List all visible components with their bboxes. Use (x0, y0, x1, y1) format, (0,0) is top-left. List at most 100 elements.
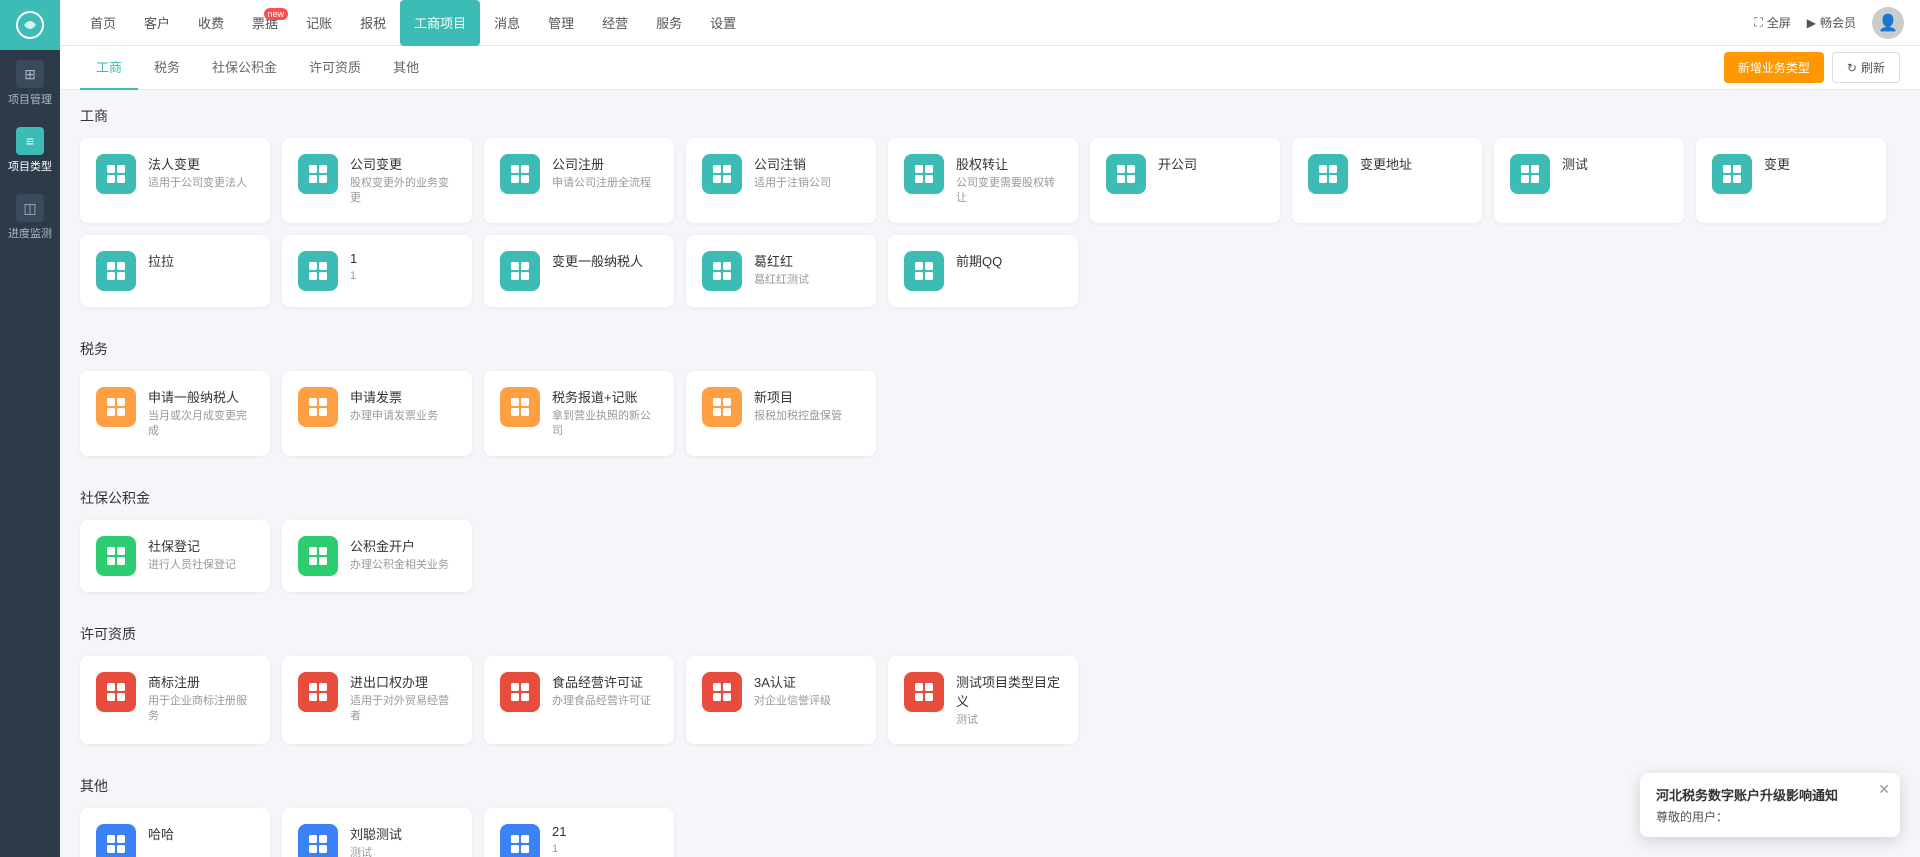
fullscreen-label: 全屏 (1767, 14, 1791, 31)
card-c12[interactable]: 变更一般纳税人 (484, 235, 674, 307)
sidebar-item-project-manage[interactable]: ⊞ 项目管理 (0, 50, 60, 117)
card-t4[interactable]: 新项目报税加税控盘保管 (686, 371, 876, 456)
card-desc-x1: 用于企业商标注册服务 (148, 694, 254, 725)
card-c2[interactable]: 公司变更股权变更外的业务变更 (282, 138, 472, 223)
main-area: 首页客户收费票据new记账报税工商项目消息管理经营服务设置 ⛶ 全屏 ▶ 畅会员… (60, 0, 1920, 857)
card-desc-c2: 股权变更外的业务变更 (350, 176, 456, 207)
card-title-x1: 商标注册 (148, 672, 254, 691)
card-c10[interactable]: 拉拉 (80, 235, 270, 307)
card-t1[interactable]: 申请一般纳税人当月或次月成变更完成 (80, 371, 270, 456)
card-desc-t2: 办理申请发票业务 (350, 409, 456, 424)
topnav-item-operation[interactable]: 经营 (588, 0, 642, 46)
tab-other[interactable]: 其他 (377, 46, 435, 90)
card-x2[interactable]: 进出口权办理适用于对外贸易经营者 (282, 656, 472, 744)
topnav-item-tax[interactable]: 报税 (346, 0, 400, 46)
card-c7[interactable]: 变更地址 (1292, 138, 1482, 223)
card-s1[interactable]: 社保登记进行人员社保登记 (80, 520, 270, 592)
card-icon-c3 (500, 154, 540, 194)
topnav-item-message[interactable]: 消息 (480, 0, 534, 46)
card-title-x5: 测试项目类型目定义 (956, 672, 1062, 710)
topnav-item-billing[interactable]: 收费 (184, 0, 238, 46)
tab-shebao[interactable]: 社保公积金 (196, 46, 293, 90)
sidebar-item-progress-monitor[interactable]: ◫ 进度监测 (0, 184, 60, 251)
tab-xuke[interactable]: 许可资质 (293, 46, 377, 90)
card-c6[interactable]: 开公司 (1090, 138, 1280, 223)
vip-button[interactable]: ▶ 畅会员 (1807, 14, 1856, 31)
card-info-t2: 申请发票办理申请发票业务 (350, 387, 456, 424)
card-c14[interactable]: 前期QQ (888, 235, 1078, 307)
card-title-o2: 刘聪测试 (350, 824, 456, 843)
card-title-c2: 公司变更 (350, 154, 456, 173)
refresh-button[interactable]: ↻ 刷新 (1832, 52, 1900, 83)
card-c13[interactable]: 葛红红葛红红测试 (686, 235, 876, 307)
add-business-type-button[interactable]: 新增业务类型 (1724, 52, 1824, 83)
topnav-item-industrial[interactable]: 工商项目 (400, 0, 480, 46)
section-title-xuke-section: 许可资质 (80, 624, 1900, 644)
card-o2[interactable]: 刘聪测试测试 (282, 808, 472, 857)
section-title-gongshang-section: 工商 (80, 106, 1900, 126)
card-title-x4: 3A认证 (754, 672, 860, 691)
topnav-item-client[interactable]: 客户 (130, 0, 184, 46)
card-x4[interactable]: 3A认证对企业信誉评级 (686, 656, 876, 744)
card-desc-c11: 1 (350, 269, 456, 284)
card-c4[interactable]: 公司注销适用于注销公司 (686, 138, 876, 223)
card-title-c4: 公司注销 (754, 154, 860, 173)
card-title-t2: 申请发票 (350, 387, 456, 406)
card-title-x2: 进出口权办理 (350, 672, 456, 691)
topnav-item-service[interactable]: 服务 (642, 0, 696, 46)
notification-close[interactable]: ✕ (1878, 781, 1890, 798)
notification-title: 河北税务数字账户升级影响通知 (1656, 785, 1884, 804)
card-info-x4: 3A认证对企业信誉评级 (754, 672, 860, 709)
card-c11[interactable]: 11 (282, 235, 472, 307)
topnav-item-manage[interactable]: 管理 (534, 0, 588, 46)
card-x5[interactable]: 测试项目类型目定义测试 (888, 656, 1078, 744)
card-c8[interactable]: 测试 (1494, 138, 1684, 223)
card-s2[interactable]: 公积金开户办理公积金相关业务 (282, 520, 472, 592)
card-desc-c1: 适用于公司变更法人 (148, 176, 254, 191)
card-icon-x1 (96, 672, 136, 712)
card-icon-t3 (500, 387, 540, 427)
card-title-t4: 新项目 (754, 387, 860, 406)
card-c3[interactable]: 公司注册申请公司注册全流程 (484, 138, 674, 223)
card-t3[interactable]: 税务报道+记账拿到营业执照的新公司 (484, 371, 674, 456)
card-t2[interactable]: 申请发票办理申请发票业务 (282, 371, 472, 456)
refresh-label: 刷新 (1861, 59, 1885, 76)
card-x1[interactable]: 商标注册用于企业商标注册服务 (80, 656, 270, 744)
card-x3[interactable]: 食品经营许可证办理食品经营许可证 (484, 656, 674, 744)
card-o3[interactable]: 211 (484, 808, 674, 857)
card-desc-x5: 测试 (956, 713, 1062, 728)
card-icon-x5 (904, 672, 944, 712)
card-info-c1: 法人变更适用于公司变更法人 (148, 154, 254, 191)
tab-gongshang[interactable]: 工商 (80, 46, 138, 90)
nav-items: 首页客户收费票据new记账报税工商项目消息管理经营服务设置 (76, 0, 750, 46)
card-info-c6: 开公司 (1158, 154, 1264, 176)
card-c5[interactable]: 股权转让公司变更需要股权转让 (888, 138, 1078, 223)
card-title-t3: 税务报道+记账 (552, 387, 658, 406)
card-title-c13: 葛红红 (754, 251, 860, 270)
card-c1[interactable]: 法人变更适用于公司变更法人 (80, 138, 270, 223)
topnav-item-account[interactable]: 记账 (292, 0, 346, 46)
topnav-item-invoice[interactable]: 票据new (238, 0, 292, 46)
sidebar-item-project-type[interactable]: ≡ 项目类型 (0, 117, 60, 184)
tab-shuiwu[interactable]: 税务 (138, 46, 196, 90)
fullscreen-button[interactable]: ⛶ 全屏 (1754, 14, 1790, 31)
cards-grid-gongshang-section: 法人变更适用于公司变更法人 公司变更股权变更外的业务变更 公司注册申请公司注册全… (80, 138, 1900, 307)
card-desc-t3: 拿到营业执照的新公司 (552, 409, 658, 440)
card-title-c7: 变更地址 (1360, 154, 1466, 173)
sidebar-item-label: 项目类型 (8, 158, 52, 174)
card-title-c11: 1 (350, 251, 456, 266)
section-title-other-section: 其他 (80, 776, 1900, 796)
avatar[interactable]: 👤 (1872, 7, 1904, 39)
card-icon-c11 (298, 251, 338, 291)
project-manage-icon: ⊞ (16, 60, 44, 88)
card-icon-c5 (904, 154, 944, 194)
card-o1[interactable]: 哈哈 (80, 808, 270, 857)
sidebar-item-label: 项目管理 (8, 91, 52, 107)
card-info-c14: 前期QQ (956, 251, 1062, 273)
card-c9[interactable]: 变更 (1696, 138, 1886, 223)
topnav-item-home[interactable]: 首页 (76, 0, 130, 46)
card-info-c11: 11 (350, 251, 456, 284)
topnav-item-settings[interactable]: 设置 (696, 0, 750, 46)
refresh-icon: ↻ (1847, 61, 1857, 75)
vip-label: 畅会员 (1820, 14, 1856, 31)
